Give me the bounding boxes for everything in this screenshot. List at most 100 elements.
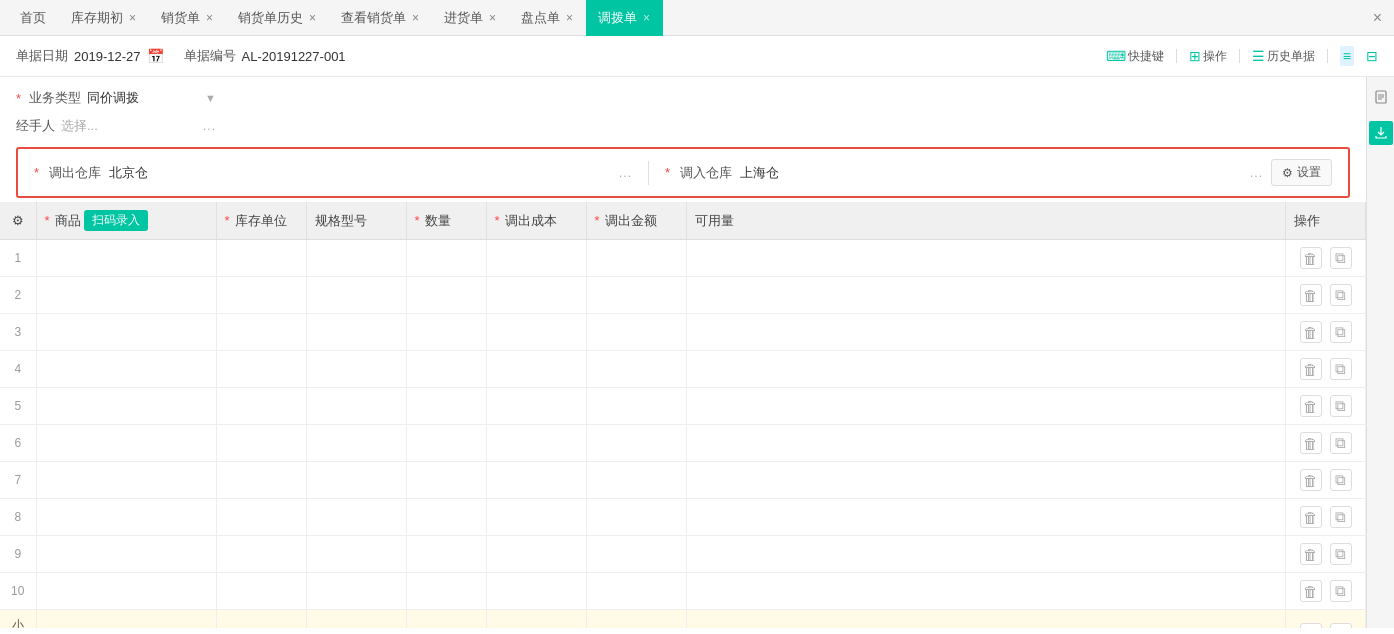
row-spec-cell[interactable] (306, 425, 406, 462)
row-transfer-cost-cell[interactable] (486, 240, 586, 277)
row-transfer-amount-cell[interactable] (586, 499, 686, 536)
row-spec-cell[interactable] (306, 573, 406, 610)
row-transfer-amount-cell[interactable] (586, 462, 686, 499)
row-unit-cell[interactable] (216, 499, 306, 536)
row-delete-btn[interactable]: 🗑 (1300, 284, 1322, 306)
row-copy-btn[interactable]: ⧉ (1330, 469, 1352, 491)
row-transfer-cost-cell[interactable] (486, 277, 586, 314)
row-copy-btn[interactable]: ⧉ (1330, 358, 1352, 380)
row-delete-btn[interactable]: 🗑 (1300, 247, 1322, 269)
row-quantity-cell[interactable] (406, 240, 486, 277)
row-copy-btn[interactable]: ⧉ (1330, 395, 1352, 417)
layout2-action[interactable]: ⊟ (1366, 48, 1378, 64)
window-close-button[interactable]: × (1369, 5, 1386, 31)
row-copy-btn[interactable]: ⧉ (1330, 432, 1352, 454)
row-unit-cell[interactable] (216, 351, 306, 388)
row-transfer-amount-cell[interactable] (586, 388, 686, 425)
row-copy-btn[interactable]: ⧉ (1330, 543, 1352, 565)
operation-action[interactable]: ⊞ 操作 (1189, 48, 1227, 65)
tab-inventory-init-close[interactable]: × (129, 11, 136, 25)
row-quantity-cell[interactable] (406, 277, 486, 314)
row-product-cell[interactable] (36, 388, 216, 425)
row-transfer-cost-cell[interactable] (486, 314, 586, 351)
row-unit-cell[interactable] (216, 462, 306, 499)
row-unit-cell[interactable] (216, 388, 306, 425)
business-type-dropdown[interactable]: ▼ (205, 92, 216, 104)
row-spec-cell[interactable] (306, 351, 406, 388)
row-quantity-cell[interactable] (406, 314, 486, 351)
row-copy-btn[interactable]: ⧉ (1330, 247, 1352, 269)
row-product-cell[interactable] (36, 499, 216, 536)
tab-sales-order[interactable]: 销货单 × (149, 0, 226, 36)
tab-view-sales-close[interactable]: × (412, 11, 419, 25)
row-transfer-cost-cell[interactable] (486, 536, 586, 573)
row-spec-cell[interactable] (306, 240, 406, 277)
row-transfer-cost-cell[interactable] (486, 351, 586, 388)
tab-sales-order-close[interactable]: × (206, 11, 213, 25)
row-delete-btn[interactable]: 🗑 (1300, 358, 1322, 380)
row-copy-btn[interactable]: ⧉ (1330, 506, 1352, 528)
row-unit-cell[interactable] (216, 314, 306, 351)
calendar-icon[interactable]: 📅 (147, 48, 164, 64)
row-product-cell[interactable] (36, 573, 216, 610)
row-transfer-cost-cell[interactable] (486, 388, 586, 425)
tab-purchase-order[interactable]: 进货单 × (432, 0, 509, 36)
tab-sales-history[interactable]: 销货单历史 × (226, 0, 329, 36)
row-quantity-cell[interactable] (406, 351, 486, 388)
row-product-cell[interactable] (36, 425, 216, 462)
row-copy-btn[interactable]: ⧉ (1330, 580, 1352, 602)
out-warehouse-more[interactable]: ... (619, 166, 632, 180)
row-spec-cell[interactable] (306, 388, 406, 425)
tab-sales-history-close[interactable]: × (309, 11, 316, 25)
row-unit-cell[interactable] (216, 277, 306, 314)
row-delete-btn[interactable]: 🗑 (1300, 580, 1322, 602)
row-transfer-amount-cell[interactable] (586, 573, 686, 610)
row-delete-btn[interactable]: 🗑 (1300, 395, 1322, 417)
row-spec-cell[interactable] (306, 314, 406, 351)
tab-home[interactable]: 首页 (8, 0, 59, 36)
row-product-cell[interactable] (36, 351, 216, 388)
subtotal-copy-btn[interactable]: ⧉ (1330, 623, 1352, 628)
row-spec-cell[interactable] (306, 462, 406, 499)
scan-button[interactable]: 扫码录入 (84, 210, 148, 231)
row-delete-btn[interactable]: 🗑 (1300, 506, 1322, 528)
settings-button[interactable]: ⚙ 设置 (1271, 159, 1332, 186)
row-delete-btn[interactable]: 🗑 (1300, 469, 1322, 491)
gear-col-header[interactable]: ⚙ (0, 202, 36, 240)
row-delete-btn[interactable]: 🗑 (1300, 432, 1322, 454)
tab-inventory-count[interactable]: 盘点单 × (509, 0, 586, 36)
row-product-cell[interactable] (36, 536, 216, 573)
tab-view-sales[interactable]: 查看销货单 × (329, 0, 432, 36)
row-copy-btn[interactable]: ⧉ (1330, 284, 1352, 306)
row-unit-cell[interactable] (216, 425, 306, 462)
row-spec-cell[interactable] (306, 277, 406, 314)
handler-more-icon[interactable]: ... (203, 119, 216, 133)
row-product-cell[interactable] (36, 462, 216, 499)
row-transfer-cost-cell[interactable] (486, 573, 586, 610)
tab-transfer-order-close[interactable]: × (643, 11, 650, 25)
handler-value[interactable]: 选择... (61, 117, 193, 135)
row-product-cell[interactable] (36, 314, 216, 351)
row-transfer-amount-cell[interactable] (586, 536, 686, 573)
layout1-action[interactable]: ≡ (1340, 46, 1354, 66)
table-container[interactable]: ⚙ * 商品 扫码录入 * 库存单位 (0, 202, 1366, 628)
row-quantity-cell[interactable] (406, 536, 486, 573)
shortcut-action[interactable]: ⌨ 快捷键 (1106, 48, 1164, 65)
row-product-cell[interactable] (36, 277, 216, 314)
tab-inventory-init[interactable]: 库存期初 × (59, 0, 149, 36)
row-transfer-amount-cell[interactable] (586, 240, 686, 277)
history-action[interactable]: ☰ 历史单据 (1252, 48, 1315, 65)
tab-inventory-count-close[interactable]: × (566, 11, 573, 25)
row-quantity-cell[interactable] (406, 462, 486, 499)
row-quantity-cell[interactable] (406, 573, 486, 610)
in-warehouse-more[interactable]: ... (1250, 166, 1263, 180)
row-quantity-cell[interactable] (406, 388, 486, 425)
row-spec-cell[interactable] (306, 536, 406, 573)
right-toolbar-document[interactable] (1369, 85, 1393, 109)
row-quantity-cell[interactable] (406, 499, 486, 536)
row-transfer-cost-cell[interactable] (486, 425, 586, 462)
tab-transfer-order[interactable]: 调拨单 × (586, 0, 663, 36)
row-transfer-amount-cell[interactable] (586, 277, 686, 314)
row-transfer-amount-cell[interactable] (586, 314, 686, 351)
right-toolbar-export[interactable] (1369, 121, 1393, 145)
